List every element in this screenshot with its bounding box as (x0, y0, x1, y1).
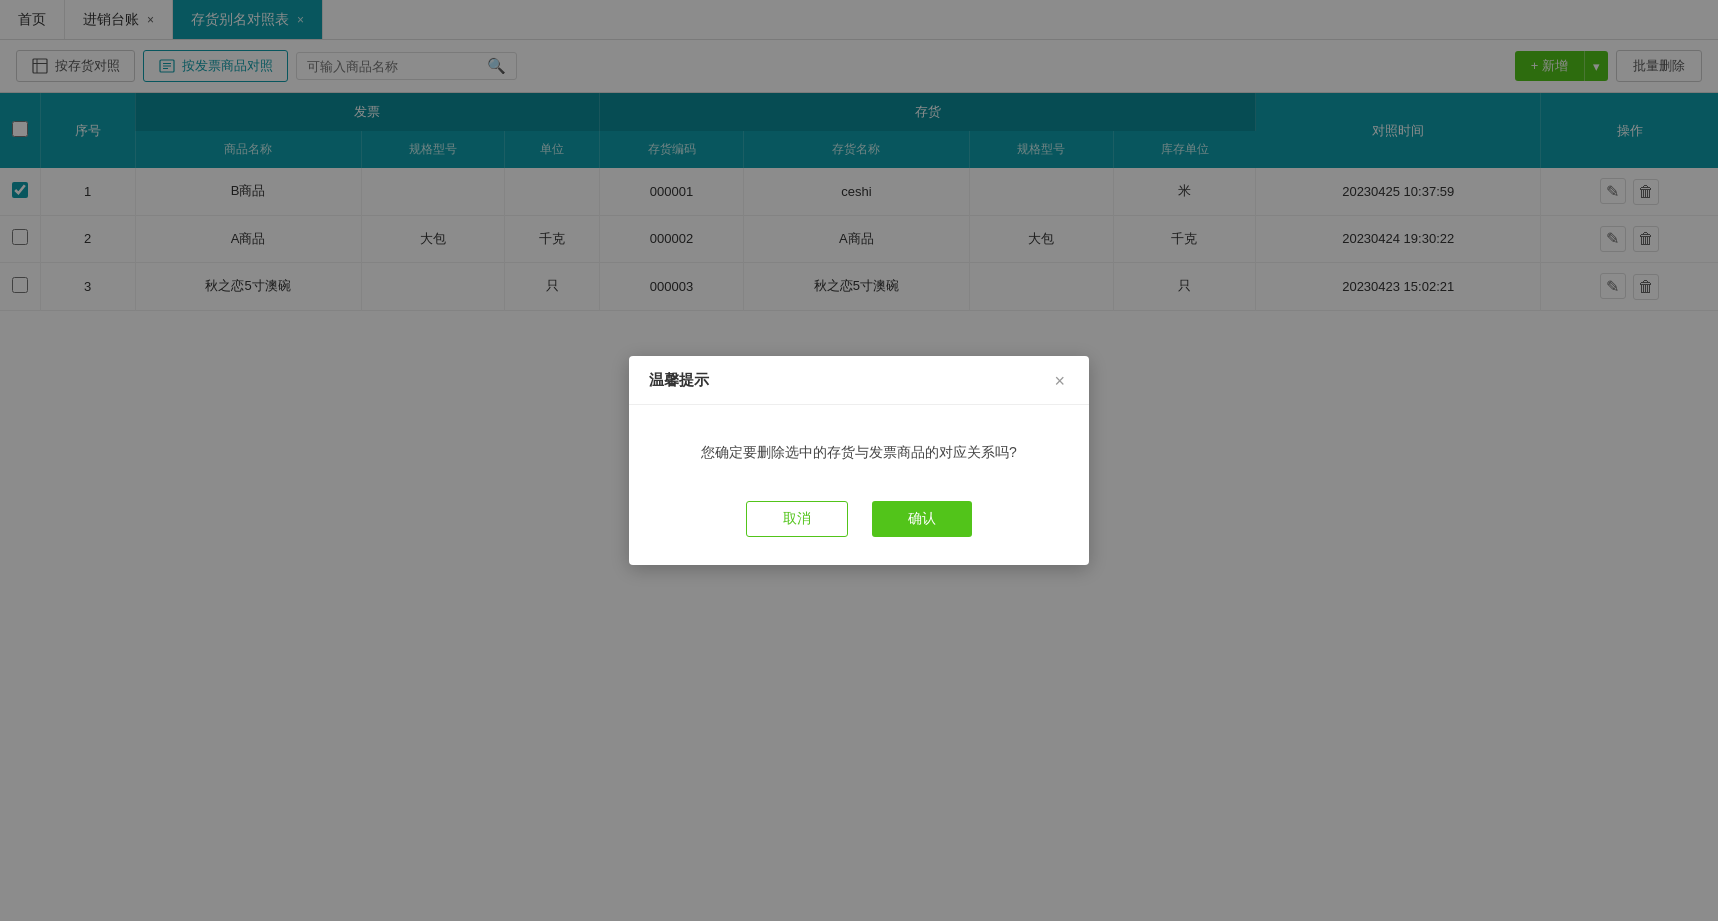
modal-cancel-label: 取消 (783, 510, 811, 526)
modal-dialog: 温馨提示 × 您确定要删除选中的存货与发票商品的对应关系吗? 取消 确认 (629, 356, 1089, 565)
modal-close-button[interactable]: × (1050, 370, 1069, 392)
modal-confirm-label: 确认 (908, 510, 936, 526)
modal-body: 您确定要删除选中的存货与发票商品的对应关系吗? (629, 405, 1089, 491)
modal-header: 温馨提示 × (629, 356, 1089, 405)
modal-confirm-button[interactable]: 确认 (872, 501, 972, 537)
modal-title: 温馨提示 (649, 371, 709, 390)
modal-overlay: 温馨提示 × 您确定要删除选中的存货与发票商品的对应关系吗? 取消 确认 (0, 0, 1718, 921)
modal-message: 您确定要删除选中的存货与发票商品的对应关系吗? (701, 444, 1017, 460)
modal-footer: 取消 确认 (629, 491, 1089, 565)
modal-cancel-button[interactable]: 取消 (746, 501, 848, 537)
